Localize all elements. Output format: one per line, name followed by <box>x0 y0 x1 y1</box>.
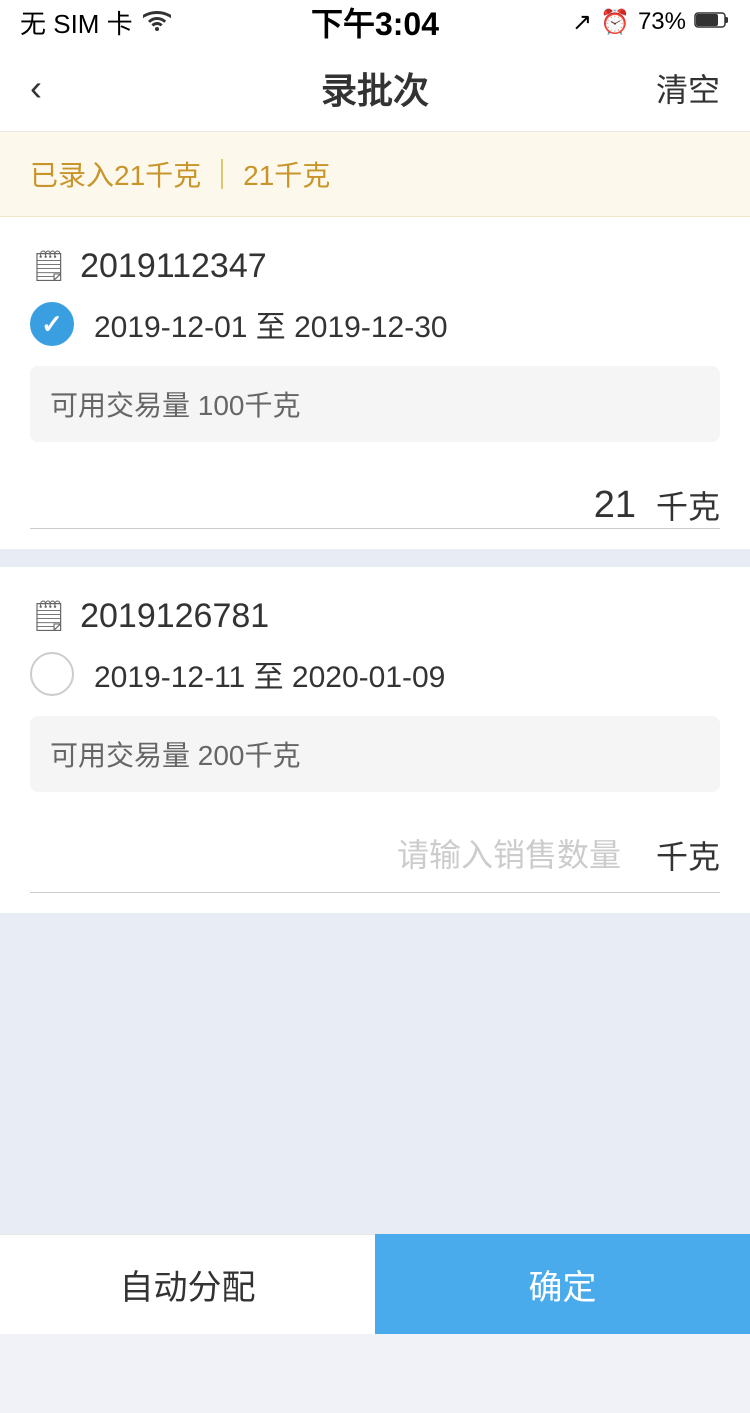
battery-text: 73% <box>638 8 686 36</box>
page-title: 录批次 <box>321 62 429 114</box>
carrier-text: 无 SIM 卡 <box>20 4 133 41</box>
auto-distribute-button[interactable]: 自动分配 <box>0 1234 375 1334</box>
confirm-button[interactable]: 确定 <box>375 1234 750 1334</box>
radio-button-2[interactable] <box>30 652 74 696</box>
status-right: ↗ ⏰ 73% <box>572 8 730 37</box>
item-date-1: 2019-12-01 至 2019-12-30 <box>94 302 448 346</box>
document-icon-1: 🗒 <box>30 249 68 284</box>
input-unit-2: 千克 <box>656 832 720 878</box>
info-label: 已录入21千克 <box>30 154 201 194</box>
item-id-1: 2019112347 <box>80 247 267 286</box>
avail-box-1: 可用交易量 100千克 <box>30 366 720 442</box>
document-icon-2: 🗒 <box>30 599 68 634</box>
qty-unit-1: 千克 <box>656 482 720 528</box>
qty-input-2[interactable] <box>30 837 636 874</box>
item-card-inner-2: 🗒 2019126781 2019-12-11 至 2020-01-09 可用交… <box>0 567 750 792</box>
item-card-2: 🗒 2019126781 2019-12-11 至 2020-01-09 可用交… <box>0 567 750 913</box>
qty-value-1: 21 <box>594 484 636 527</box>
info-value: 21千克 <box>243 154 330 194</box>
item-header-1: 🗒 2019112347 <box>30 247 720 286</box>
status-time: 下午3:04 <box>311 0 439 45</box>
status-bar: 无 SIM 卡 下午3:04 ↗ ⏰ 73% <box>0 0 750 44</box>
info-banner: 已录入21千克 21千克 <box>0 132 750 217</box>
status-left: 无 SIM 卡 <box>20 4 171 41</box>
item-card-inner-1: 🗒 2019112347 ✓ 2019-12-01 至 2019-12-30 可… <box>0 217 750 442</box>
item-header-2: 🗒 2019126781 <box>30 597 720 636</box>
item-row-1[interactable]: ✓ 2019-12-01 至 2019-12-30 <box>30 302 720 346</box>
item-id-2: 2019126781 <box>80 597 269 636</box>
section-divider <box>0 549 750 567</box>
item-card-1: 🗒 2019112347 ✓ 2019-12-01 至 2019-12-30 可… <box>0 217 750 549</box>
check-icon-1: ✓ <box>41 309 63 340</box>
radio-button-1[interactable]: ✓ <box>30 302 74 346</box>
input-row-2: 千克 <box>0 812 750 878</box>
nav-bar: ‹ 录批次 清空 <box>0 44 750 132</box>
info-divider <box>221 159 223 189</box>
alarm-icon: ⏰ <box>600 8 630 37</box>
bottom-buttons: 自动分配 确定 <box>0 1234 750 1334</box>
avail-box-2: 可用交易量 200千克 <box>30 716 720 792</box>
qty-row-1: 21 千克 <box>0 462 750 528</box>
item-date-2: 2019-12-11 至 2020-01-09 <box>94 652 445 696</box>
clear-button[interactable]: 清空 <box>656 65 720 111</box>
item-row-2[interactable]: 2019-12-11 至 2020-01-09 <box>30 652 720 696</box>
back-button[interactable]: ‹ <box>30 67 42 109</box>
wifi-icon <box>143 7 171 38</box>
location-icon: ↗ <box>572 8 592 37</box>
battery-icon <box>694 8 730 36</box>
